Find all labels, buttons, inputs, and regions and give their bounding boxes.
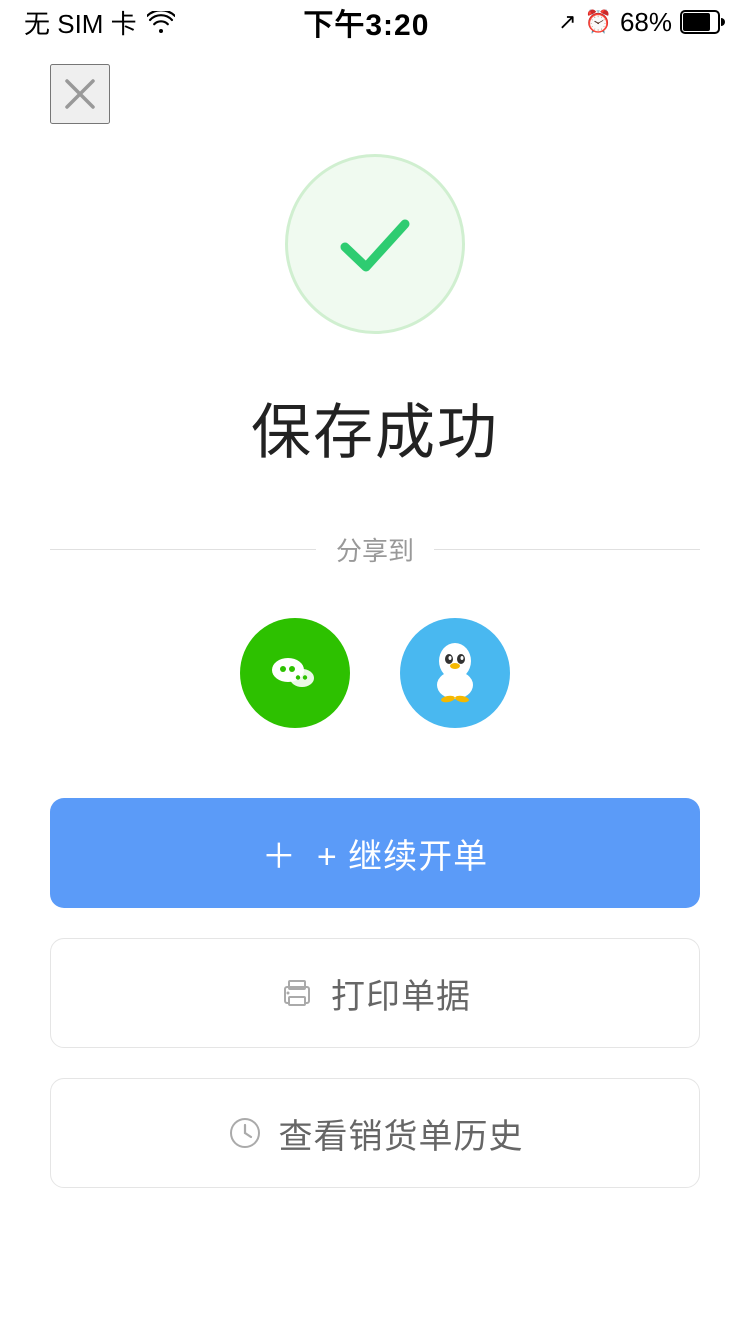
print-label: 打印单据 (331, 969, 471, 1018)
no-sim-text: 无 SIM 卡 (24, 4, 137, 41)
status-left: 无 SIM 卡 (24, 4, 175, 41)
divider-line-right (434, 549, 700, 550)
qq-share-button[interactable] (400, 618, 510, 728)
continue-label: + 继续开单 (317, 829, 488, 878)
print-icon (279, 975, 315, 1011)
qq-icon (424, 639, 486, 707)
history-icon (227, 1115, 263, 1151)
print-button[interactable]: 打印单据 (50, 938, 700, 1048)
share-divider: 分享到 (50, 531, 700, 568)
continue-icon: ＋ (262, 829, 297, 878)
divider-line-left (50, 549, 316, 550)
history-label: 查看销货单历史 (279, 1109, 524, 1158)
wifi-icon (147, 11, 175, 33)
location-icon: ↗ (558, 9, 576, 35)
status-time: 下午3:20 (303, 0, 429, 44)
status-right: ↗ ⏰ 68% (558, 7, 726, 38)
continue-order-button[interactable]: ＋ + 继续开单 (50, 798, 700, 908)
battery-percent: 68% (620, 7, 672, 38)
share-label: 分享到 (336, 531, 414, 568)
status-bar: 无 SIM 卡 下午3:20 ↗ ⏰ 68% (0, 0, 750, 44)
wechat-share-button[interactable] (240, 618, 350, 728)
share-icons-row (240, 618, 510, 728)
battery-icon (680, 10, 726, 34)
main-content: 保存成功 分享到 (0, 44, 750, 1188)
wechat-icon (264, 642, 326, 704)
checkmark-icon (330, 199, 420, 289)
success-title: 保存成功 (251, 384, 499, 471)
close-icon (61, 75, 99, 113)
success-circle (285, 154, 465, 334)
history-button[interactable]: 查看销货单历史 (50, 1078, 700, 1188)
close-button[interactable] (50, 64, 110, 124)
action-buttons: ＋ + 继续开单 打印单据 查看销货单历史 (50, 798, 700, 1188)
alarm-icon: ⏰ (585, 9, 612, 35)
